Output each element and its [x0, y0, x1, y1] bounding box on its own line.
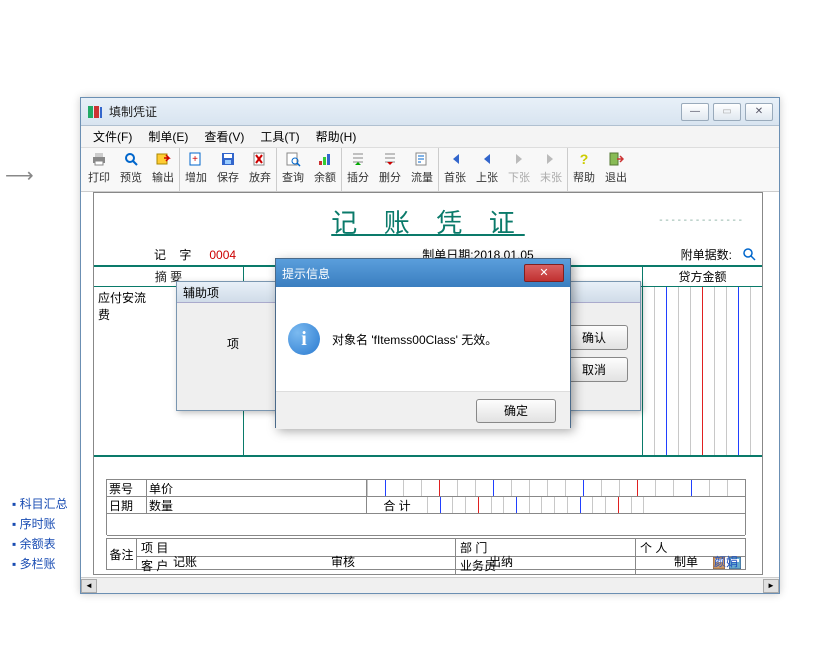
side-link-journal[interactable]: 序时账: [12, 514, 68, 534]
side-link-list: 科目汇总 序时账 余额表 多栏账: [12, 494, 68, 574]
tb-print[interactable]: 打印: [83, 150, 115, 188]
titlebar: 填制凭证 — ▭ ✕: [81, 98, 779, 126]
app-icon: [87, 104, 103, 120]
preview-icon: [122, 150, 140, 168]
last-icon: [542, 150, 560, 168]
zi-label: 字: [179, 248, 191, 262]
tb-discard[interactable]: 放弃: [244, 150, 276, 188]
bill-no-label: 票号: [107, 480, 147, 496]
save-icon: [219, 150, 237, 168]
menu-file[interactable]: 文件(F): [85, 126, 140, 147]
window-title: 填制凭证: [109, 103, 681, 120]
attach-label: 附单据数:: [681, 248, 732, 262]
tb-preview[interactable]: 预览: [115, 150, 147, 188]
tb-save[interactable]: 保存: [212, 150, 244, 188]
ext-arrow: ⟶: [5, 163, 34, 188]
footer-maker: 制单: [674, 553, 698, 570]
maximize-button[interactable]: ▭: [713, 103, 741, 121]
msg-dialog: 提示信息 ✕ i 对象名 'fItemss00Class' 无效。 确定: [275, 258, 571, 428]
menu-tool[interactable]: 工具(T): [252, 126, 307, 147]
quit-icon: [607, 150, 625, 168]
credit-cell[interactable]: [642, 287, 762, 455]
first-icon: [446, 150, 464, 168]
discard-icon: [251, 150, 269, 168]
tb-quit[interactable]: 退出: [600, 150, 632, 188]
msg-ok-button[interactable]: 确定: [476, 399, 556, 423]
h-scrollbar[interactable]: ◄ ►: [81, 577, 779, 593]
dashed-line: - - - - - - - - - - - - - -: [659, 215, 742, 226]
msg-title-text: 提示信息: [282, 265, 524, 282]
voucher-number[interactable]: 0004: [209, 248, 236, 262]
quantity-label: 数量: [147, 497, 367, 513]
minimize-button[interactable]: —: [681, 103, 709, 121]
flow-icon: [413, 150, 431, 168]
side-link-balance[interactable]: 余额表: [12, 534, 68, 554]
tb-next: 下张: [503, 150, 535, 188]
tb-first[interactable]: 首张: [439, 150, 471, 188]
msg-body: i 对象名 'fItemss00Class' 无效。: [276, 287, 570, 391]
side-link-summary[interactable]: 科目汇总: [12, 494, 68, 514]
msg-titlebar: 提示信息 ✕: [276, 259, 570, 287]
footer-post: 记账: [106, 553, 264, 570]
tb-add[interactable]: +增加: [180, 150, 212, 188]
scroll-left[interactable]: ◄: [81, 579, 97, 593]
tb-prev[interactable]: 上张: [471, 150, 503, 188]
menubar: 文件(F) 制单(E) 查看(V) 工具(T) 帮助(H): [81, 126, 779, 148]
tb-delrow[interactable]: 删分: [374, 150, 406, 188]
col-credit: 贷方金额: [642, 267, 762, 286]
tb-last: 末张: [535, 150, 567, 188]
insert-row-icon: [349, 150, 367, 168]
help-icon: ?: [575, 150, 593, 168]
tb-query[interactable]: 查询: [277, 150, 309, 188]
footer-cashier: 出纳: [422, 553, 580, 570]
svg-text:?: ?: [580, 151, 589, 167]
delete-row-icon: [381, 150, 399, 168]
info-icon: i: [288, 323, 320, 355]
menu-make[interactable]: 制单(E): [140, 126, 196, 147]
voucher-type: 记: [154, 248, 166, 262]
footer-maker-name: 颜娟: [714, 553, 738, 570]
print-icon: [90, 150, 108, 168]
mini-grid: 票号 单价 日期 数量 合 计: [106, 479, 746, 535]
bill-date-label: 日期: [107, 497, 147, 513]
scroll-right[interactable]: ►: [763, 579, 779, 593]
export-icon: [154, 150, 172, 168]
toolbar: 打印 预览 输出 +增加 保存 放弃 查询 余额 插分 删分 流量 首张 上张 …: [81, 148, 779, 192]
tb-export[interactable]: 输出: [147, 150, 179, 188]
magnifier-icon[interactable]: [742, 247, 756, 261]
add-icon: +: [187, 150, 205, 168]
aux-label: 项: [227, 335, 239, 352]
msg-close-button[interactable]: ✕: [524, 264, 564, 282]
close-button[interactable]: ✕: [745, 103, 773, 121]
side-link-multicol[interactable]: 多栏账: [12, 554, 68, 574]
footer-row: 记账 审核 出纳 制单 颜娟: [106, 553, 746, 570]
menu-view[interactable]: 查看(V): [196, 126, 252, 147]
next-icon: [510, 150, 528, 168]
query-icon: [284, 150, 302, 168]
tb-balance[interactable]: 余额: [309, 150, 341, 188]
footer-audit: 审核: [264, 553, 422, 570]
unit-price-label: 单价: [147, 480, 367, 496]
prev-icon: [478, 150, 496, 168]
balance-icon: [316, 150, 334, 168]
tb-help[interactable]: ?帮助: [568, 150, 600, 188]
svg-text:+: +: [192, 154, 198, 165]
tb-flow[interactable]: 流量: [406, 150, 438, 188]
total-label: 合 计: [367, 497, 427, 513]
tb-insert[interactable]: 插分: [342, 150, 374, 188]
menu-help[interactable]: 帮助(H): [308, 126, 365, 147]
msg-text: 对象名 'fItemss00Class' 无效。: [332, 331, 497, 348]
